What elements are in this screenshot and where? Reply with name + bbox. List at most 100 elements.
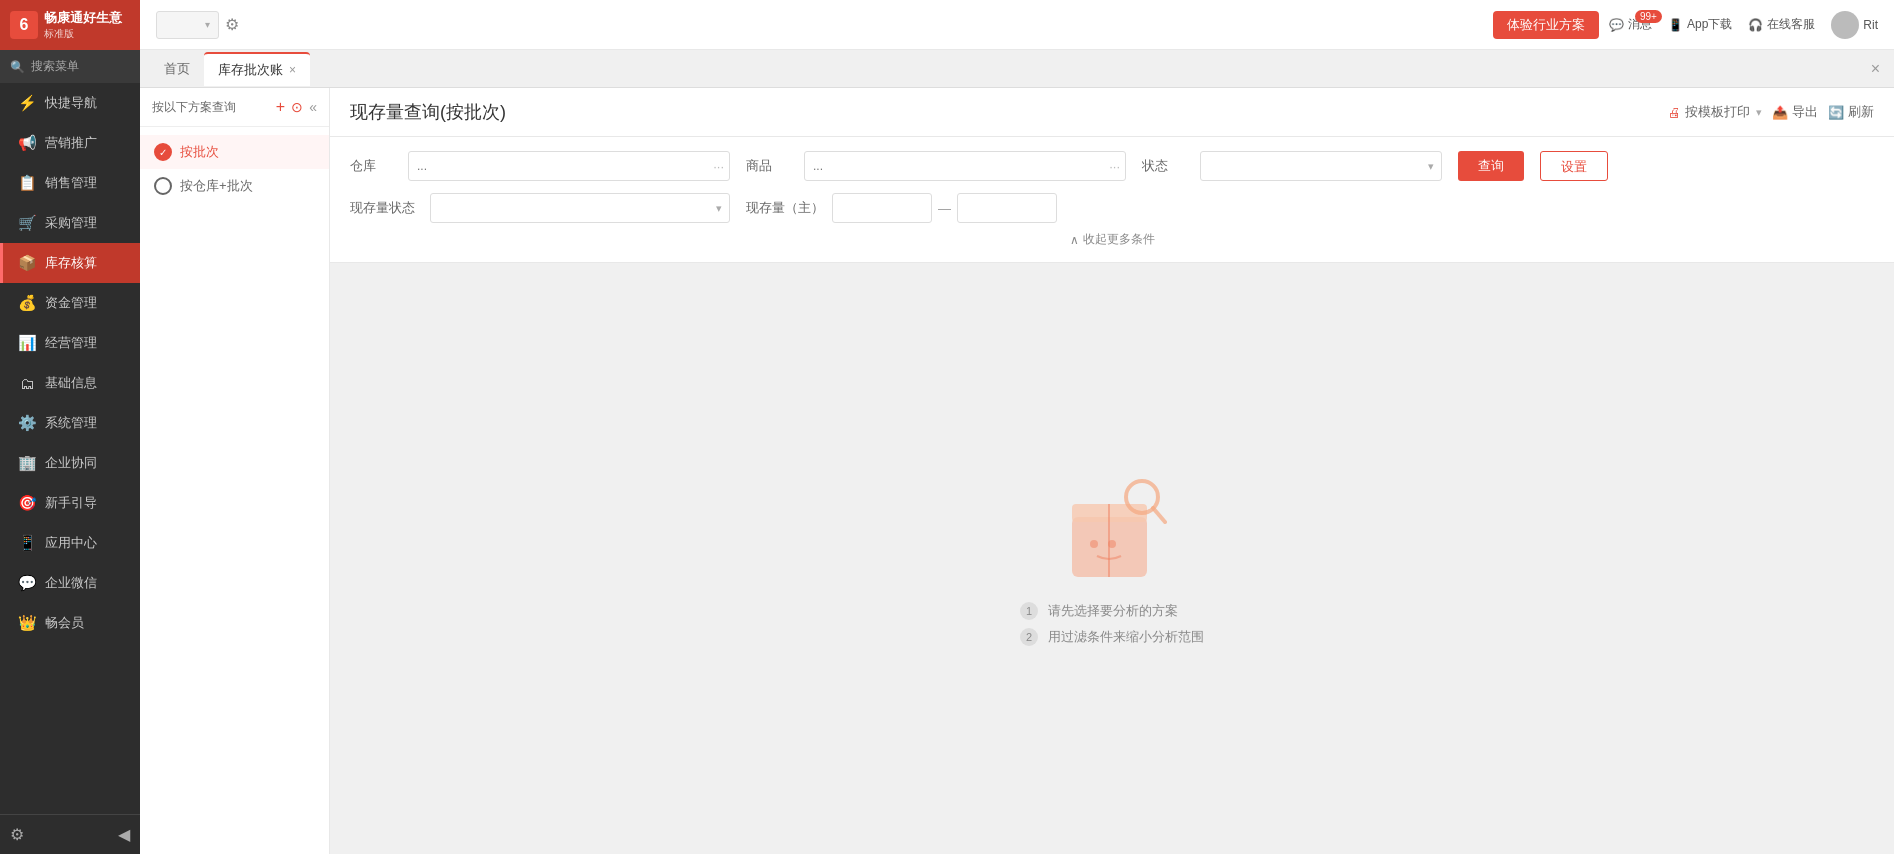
status-select[interactable] (1200, 151, 1442, 181)
settings-btn[interactable]: 设置 (1540, 151, 1608, 181)
query-btn[interactable]: 查询 (1458, 151, 1524, 181)
filter-item-by-batch[interactable]: ✓ 按批次 (140, 135, 329, 169)
search-icon: 🔍 (10, 60, 25, 74)
tab-home-label: 首页 (164, 60, 190, 78)
gear-icon[interactable]: ⚙ (225, 15, 239, 34)
svg-point-3 (1090, 540, 1098, 548)
app-download-btn[interactable]: 📱 App下载 (1668, 16, 1732, 33)
page-header-actions: 🖨 按模板打印 ▾ 📤 导出 🔄 刷新 (1668, 103, 1874, 121)
svg-point-4 (1108, 540, 1116, 548)
refresh-btn[interactable]: 🔄 刷新 (1828, 103, 1874, 121)
empty-tip-2: 2 用过滤条件来缩小分析范围 (1020, 628, 1204, 646)
online-service-btn[interactable]: 🎧 在线客服 (1748, 16, 1815, 33)
sidebar-item-operation[interactable]: 📊 经营管理 (0, 323, 140, 363)
sidebar-item-label: 营销推广 (45, 134, 97, 152)
filter-row-1: 仓库 ··· 商品 ··· 状态 (350, 151, 1874, 181)
collapse-label: 收起更多条件 (1083, 231, 1155, 248)
sidebar-settings-icon[interactable]: ⚙ (10, 825, 24, 844)
member-icon: 👑 (17, 614, 37, 632)
tab-panel-close-btn[interactable]: × (1867, 56, 1884, 82)
warehouse-input[interactable] (408, 151, 730, 181)
content-area: 按以下方案查询 + ⊙ « ✓ 按批次 按仓库+批次 (140, 88, 1894, 854)
sidebar-item-label: 销售管理 (45, 174, 97, 192)
sidebar-item-quick-nav[interactable]: ⚡ 快捷导航 (0, 83, 140, 123)
sidebar-item-enterprise[interactable]: 🏢 企业协同 (0, 443, 140, 483)
sidebar-footer: ⚙ ◀ (0, 814, 140, 854)
sidebar-item-base[interactable]: 🗂 基础信息 (0, 363, 140, 403)
sidebar-item-label: 采购管理 (45, 214, 97, 232)
tab-home[interactable]: 首页 (150, 52, 204, 86)
product-field: 商品 ··· (746, 151, 1126, 181)
sidebar-item-label: 基础信息 (45, 374, 97, 392)
purchase-icon: 🛒 (17, 214, 37, 232)
sidebar-item-label: 新手引导 (45, 494, 97, 512)
sidebar-item-member[interactable]: 👑 畅会员 (0, 603, 140, 643)
tab-close-btn[interactable]: × (289, 64, 296, 76)
inventory-qty-field: 现存量（主） — (746, 193, 1126, 223)
product-input-icon[interactable]: ··· (1109, 159, 1120, 174)
inventory-qty-min[interactable] (832, 193, 932, 223)
filter-panel: 按以下方案查询 + ⊙ « ✓ 按批次 按仓库+批次 (140, 88, 330, 854)
sidebar-item-label: 经营管理 (45, 334, 97, 352)
user-menu[interactable]: Rit (1831, 11, 1878, 39)
sidebar-item-label: 企业协同 (45, 454, 97, 472)
chevron-down-icon: ▾ (1756, 106, 1762, 119)
sidebar-item-finance[interactable]: 💰 资金管理 (0, 283, 140, 323)
tip-1-num: 1 (1020, 602, 1038, 620)
experience-btn[interactable]: 体验行业方案 (1493, 11, 1599, 39)
sidebar-item-label: 应用中心 (45, 534, 97, 552)
inventory-qty-max[interactable] (957, 193, 1057, 223)
warehouse-field: 仓库 ··· (350, 151, 730, 181)
filter-setting-btn[interactable]: ⊙ (291, 99, 303, 115)
sidebar-item-label: 库存核算 (45, 254, 97, 272)
sidebar-item-guide[interactable]: 🎯 新手引导 (0, 483, 140, 523)
warehouse-input-icon[interactable]: ··· (713, 159, 724, 174)
filter-panel-header: 按以下方案查询 + ⊙ « (140, 88, 329, 127)
status-field: 状态 ▾ (1142, 151, 1442, 181)
wechat-icon: 💬 (17, 574, 37, 592)
export-btn[interactable]: 📤 导出 (1772, 103, 1818, 121)
system-icon: ⚙️ (17, 414, 37, 432)
sidebar-search[interactable]: 🔍 搜索菜单 (0, 50, 140, 83)
sidebar-collapse-icon[interactable]: ◀ (118, 825, 130, 844)
sidebar-item-system[interactable]: ⚙️ 系统管理 (0, 403, 140, 443)
product-input[interactable] (804, 151, 1126, 181)
sidebar-item-purchase[interactable]: 🛒 采购管理 (0, 203, 140, 243)
print-btn[interactable]: 🖨 按模板打印 ▾ (1668, 103, 1762, 121)
empty-tips: 1 请先选择要分析的方案 2 用过滤条件来缩小分析范围 (1020, 602, 1204, 646)
app-title: 畅康通好生意 标准版 (44, 10, 122, 40)
collapse-filters-btn[interactable]: ∧ 收起更多条件 (1070, 231, 1155, 248)
inventory-status-select[interactable] (430, 193, 730, 223)
filter-add-btn[interactable]: + (276, 98, 285, 116)
messages-badge: 99+ (1635, 10, 1662, 23)
base-icon: 🗂 (17, 375, 37, 392)
phone-icon: 📱 (1668, 18, 1683, 32)
page-title: 现存量查询(按批次) (350, 100, 506, 124)
page-header: 现存量查询(按批次) 🖨 按模板打印 ▾ 📤 导出 🔄 刷新 (330, 88, 1894, 137)
sidebar-item-marketing[interactable]: 📢 营销推广 (0, 123, 140, 163)
enterprise-icon: 🏢 (17, 454, 37, 472)
marketing-icon: 📢 (17, 134, 37, 152)
sidebar-item-label: 资金管理 (45, 294, 97, 312)
breadcrumb-area: ▾ ⚙ (156, 11, 1483, 39)
filter-item-by-warehouse-batch[interactable]: 按仓库+批次 (140, 169, 329, 203)
product-input-wrapper: ··· (804, 151, 1126, 181)
product-label: 商品 (746, 157, 796, 175)
search-filters: 仓库 ··· 商品 ··· 状态 (330, 137, 1894, 263)
sidebar-item-sales[interactable]: 📋 销售管理 (0, 163, 140, 203)
filter-dot-active: ✓ (154, 143, 172, 161)
operation-icon: 📊 (17, 334, 37, 352)
sidebar-item-apps[interactable]: 📱 应用中心 (0, 523, 140, 563)
sidebar-item-label: 快捷导航 (45, 94, 97, 112)
sidebar-item-wechat[interactable]: 💬 企业微信 (0, 563, 140, 603)
sidebar-item-inventory[interactable]: 📦 库存核算 (0, 243, 140, 283)
export-icon: 📤 (1772, 105, 1788, 120)
empty-state: 1 请先选择要分析的方案 2 用过滤条件来缩小分析范围 (330, 263, 1894, 854)
messages-btn[interactable]: 💬 消息 99+ (1609, 16, 1652, 33)
breadcrumb-dropdown[interactable]: ▾ (156, 11, 219, 39)
filter-collapse-btn[interactable]: « (309, 99, 317, 115)
inventory-status-label: 现存量状态 (350, 199, 422, 217)
avatar (1831, 11, 1859, 39)
sidebar-item-label: 企业微信 (45, 574, 97, 592)
tab-inventory-batch[interactable]: 库存批次账 × (204, 52, 310, 86)
